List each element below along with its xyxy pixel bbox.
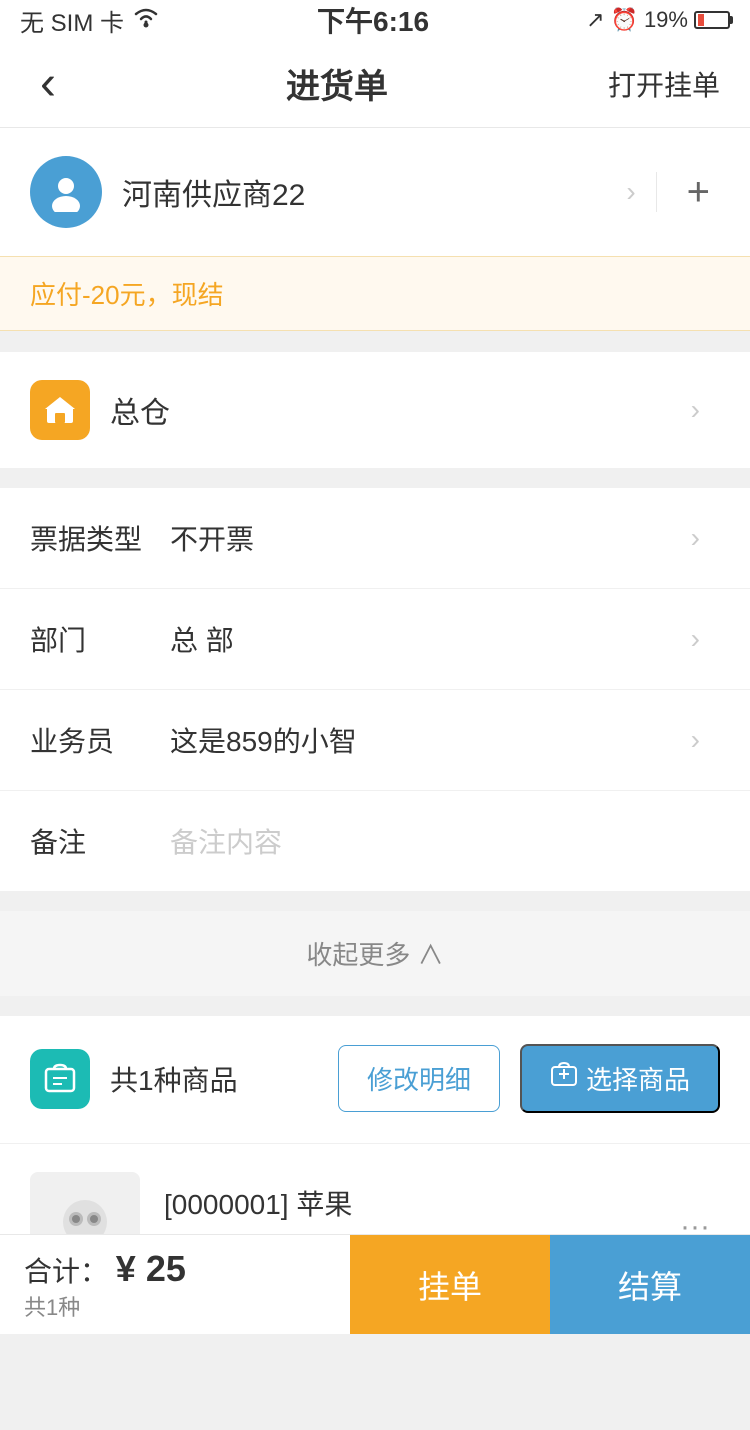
department-value: 总 部: [170, 619, 691, 659]
remark-placeholder: 备注内容: [170, 821, 720, 861]
select-product-button[interactable]: 选择商品: [520, 1044, 720, 1113]
warehouse-name: 总仓: [110, 388, 691, 432]
alert-banner: 应付-20元，现结: [0, 256, 750, 331]
status-left: 无 SIM 卡: [20, 3, 160, 38]
supplier-section: 河南供应商22 › + 应付-20元，现结: [0, 128, 750, 331]
collapse-label: 收起更多 ∧: [306, 940, 443, 970]
total-count: 共1种: [24, 1290, 326, 1322]
warehouse-section: 总仓 ›: [0, 351, 750, 468]
supplier-avatar: [30, 156, 102, 228]
bottom-bar: 合计： ¥ 25 共1种 挂单 结算: [0, 1234, 750, 1334]
total-label: 合计：: [24, 1256, 108, 1287]
supplier-name: 河南供应商22: [122, 170, 626, 214]
products-count: 共1种商品: [110, 1059, 318, 1099]
salesperson-value: 这是859的小智: [170, 720, 691, 760]
supplier-chevron-icon: ›: [626, 176, 635, 208]
remark-row[interactable]: 备注 备注内容: [0, 791, 750, 891]
total-row: 合计： ¥ 25: [24, 1248, 326, 1290]
salesperson-chevron-icon: ›: [691, 724, 700, 756]
salesperson-label: 业务员: [30, 720, 170, 760]
wifi-icon: [132, 6, 160, 35]
battery-percent: 19%: [644, 7, 688, 33]
open-pending-button[interactable]: 打开挂单: [608, 64, 720, 104]
warehouse-icon: [30, 380, 90, 440]
page-title: 进货单: [286, 59, 388, 108]
department-label: 部门: [30, 619, 170, 659]
select-product-label: 选择商品: [586, 1060, 690, 1097]
alert-text: 应付-20元，现结: [30, 280, 224, 310]
supplier-row[interactable]: 河南供应商22 › +: [0, 128, 750, 256]
product-name: [0000001] 苹果: [164, 1183, 646, 1223]
products-icon: [30, 1049, 90, 1109]
collapse-button[interactable]: 收起更多 ∧: [0, 911, 750, 996]
department-chevron-icon: ›: [691, 623, 700, 655]
form-section: 票据类型 不开票 › 部门 总 部 › 业务员 这是859的小智 › 备注 备注…: [0, 488, 750, 891]
warehouse-chevron-icon: ›: [691, 394, 700, 426]
location-icon: ↗: [586, 7, 604, 33]
invoice-label: 票据类型: [30, 518, 170, 558]
back-button[interactable]: ‹: [30, 46, 66, 121]
products-header: 共1种商品 修改明细 选择商品: [0, 1016, 750, 1141]
warehouse-row[interactable]: 总仓 ›: [0, 351, 750, 468]
invoice-chevron-icon: ›: [691, 522, 700, 554]
status-time: 下午6:16: [317, 0, 429, 40]
invoice-value: 不开票: [170, 518, 691, 558]
divider: [656, 172, 657, 212]
remark-label: 备注: [30, 821, 170, 861]
settle-button[interactable]: 结算: [550, 1235, 750, 1334]
edit-detail-button[interactable]: 修改明细: [338, 1045, 500, 1112]
invoice-row[interactable]: 票据类型 不开票 ›: [0, 488, 750, 589]
pending-button[interactable]: 挂单: [350, 1235, 550, 1334]
bottom-total: 合计： ¥ 25 共1种: [0, 1235, 350, 1334]
battery-icon: [694, 11, 730, 29]
salesperson-row[interactable]: 业务员 这是859的小智 ›: [0, 690, 750, 791]
alarm-icon: ⏰: [611, 7, 638, 33]
department-row[interactable]: 部门 总 部 ›: [0, 589, 750, 690]
status-bar: 无 SIM 卡 下午6:16 ↗ ⏰ 19%: [0, 0, 750, 40]
carrier-text: 无 SIM 卡: [20, 3, 124, 38]
total-amount: ¥ 25: [116, 1248, 186, 1289]
add-button[interactable]: +: [677, 170, 720, 215]
product-title: 苹果: [296, 1189, 352, 1220]
nav-bar: ‹ 进货单 打开挂单: [0, 40, 750, 128]
select-product-icon: [550, 1061, 578, 1096]
product-code: [0000001]: [164, 1189, 296, 1220]
status-right: ↗ ⏰ 19%: [586, 7, 730, 33]
